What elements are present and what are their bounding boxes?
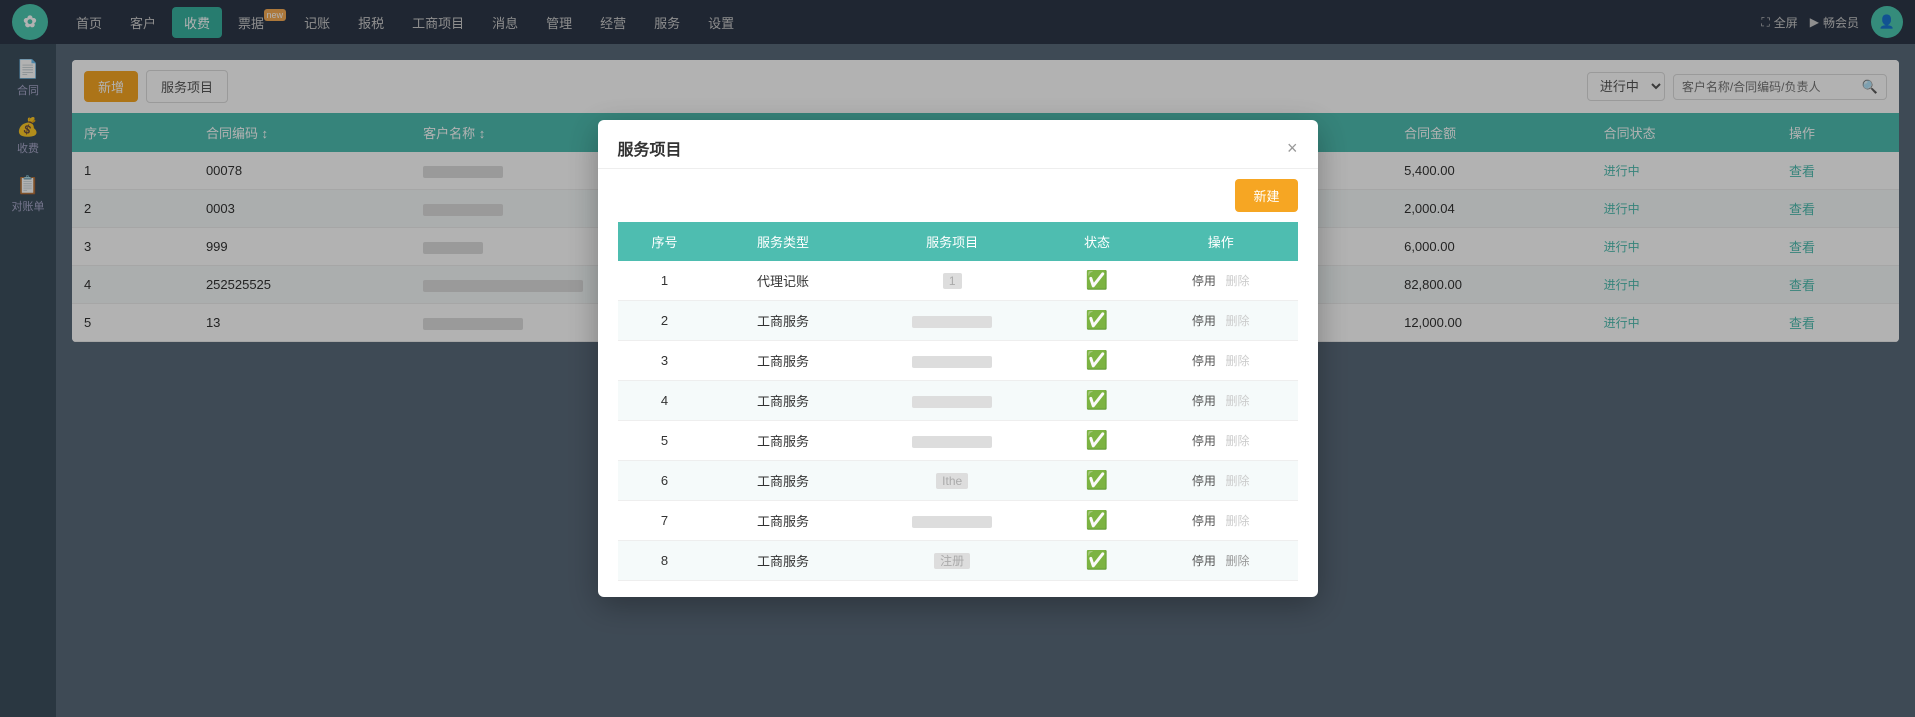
delete-button: 删除: [1226, 352, 1250, 369]
modal-cell-status: ✅: [1050, 421, 1144, 461]
modal-table-row: 4 工商服务 ✅ 停用 删除: [618, 381, 1298, 421]
service-modal: 服务项目 × 新建 序号 服务类型 服务项目 状态 操作 1: [598, 120, 1318, 597]
modal-cell-status: ✅: [1050, 541, 1144, 581]
stop-button[interactable]: 停用: [1192, 472, 1216, 489]
modal-cell-item: [854, 301, 1050, 341]
modal-cell-item: [854, 421, 1050, 461]
stop-button[interactable]: 停用: [1192, 552, 1216, 569]
modal-body: 序号 服务类型 服务项目 状态 操作 1 代理记账 1 ✅ 停用 删除 2 工商…: [598, 222, 1318, 597]
status-check-icon: ✅: [1086, 510, 1108, 530]
modal-col-seq: 序号: [618, 222, 712, 261]
modal-cell-status: ✅: [1050, 461, 1144, 501]
modal-close-button[interactable]: ×: [1287, 138, 1298, 159]
modal-cell-status: ✅: [1050, 381, 1144, 421]
status-check-icon: ✅: [1086, 270, 1108, 290]
modal-table-row: 5 工商服务 ✅ 停用 删除: [618, 421, 1298, 461]
modal-header: 服务项目 ×: [598, 120, 1318, 169]
delete-button[interactable]: 删除: [1226, 552, 1250, 569]
modal-col-type: 服务类型: [712, 222, 855, 261]
modal-cell-action: 停用 删除: [1144, 541, 1298, 581]
service-items-table: 序号 服务类型 服务项目 状态 操作 1 代理记账 1 ✅ 停用 删除 2 工商…: [618, 222, 1298, 581]
modal-cell-item: [854, 341, 1050, 381]
modal-cell-item: Ithe: [854, 461, 1050, 501]
stop-button[interactable]: 停用: [1192, 392, 1216, 409]
modal-cell-action: 停用 删除: [1144, 341, 1298, 381]
stop-button[interactable]: 停用: [1192, 352, 1216, 369]
modal-cell-type: 工商服务: [712, 461, 855, 501]
modal-cell-seq: 4: [618, 381, 712, 421]
modal-title: 服务项目: [618, 136, 682, 160]
modal-cell-item: 注册: [854, 541, 1050, 581]
stop-button[interactable]: 停用: [1192, 272, 1216, 289]
modal-cell-type: 工商服务: [712, 381, 855, 421]
status-check-icon: ✅: [1086, 470, 1108, 490]
modal-table-row: 2 工商服务 ✅ 停用 删除: [618, 301, 1298, 341]
modal-toolbar: 新建: [598, 169, 1318, 222]
stop-button[interactable]: 停用: [1192, 512, 1216, 529]
delete-button: 删除: [1226, 312, 1250, 329]
modal-cell-seq: 1: [618, 261, 712, 301]
modal-cell-item: 1: [854, 261, 1050, 301]
modal-cell-type: 代理记账: [712, 261, 855, 301]
modal-cell-action: 停用 删除: [1144, 381, 1298, 421]
modal-cell-item: [854, 501, 1050, 541]
modal-col-item: 服务项目: [854, 222, 1050, 261]
modal-cell-action: 停用 删除: [1144, 501, 1298, 541]
status-check-icon: ✅: [1086, 550, 1108, 570]
modal-cell-status: ✅: [1050, 341, 1144, 381]
modal-cell-seq: 5: [618, 421, 712, 461]
modal-cell-type: 工商服务: [712, 501, 855, 541]
modal-cell-seq: 6: [618, 461, 712, 501]
delete-button: 删除: [1226, 392, 1250, 409]
modal-cell-action: 停用 删除: [1144, 421, 1298, 461]
status-check-icon: ✅: [1086, 310, 1108, 330]
modal-table-row: 8 工商服务 注册 ✅ 停用 删除: [618, 541, 1298, 581]
modal-new-button[interactable]: 新建: [1235, 179, 1297, 212]
modal-cell-type: 工商服务: [712, 421, 855, 461]
modal-cell-type: 工商服务: [712, 301, 855, 341]
modal-cell-action: 停用 删除: [1144, 301, 1298, 341]
modal-cell-item: [854, 381, 1050, 421]
modal-cell-type: 工商服务: [712, 541, 855, 581]
status-check-icon: ✅: [1086, 390, 1108, 410]
modal-table-row: 6 工商服务 Ithe ✅ 停用 删除: [618, 461, 1298, 501]
delete-button: 删除: [1226, 432, 1250, 449]
delete-button: 删除: [1226, 472, 1250, 489]
stop-button[interactable]: 停用: [1192, 432, 1216, 449]
modal-cell-status: ✅: [1050, 301, 1144, 341]
modal-table-row: 7 工商服务 ✅ 停用 删除: [618, 501, 1298, 541]
modal-cell-seq: 3: [618, 341, 712, 381]
modal-cell-status: ✅: [1050, 501, 1144, 541]
stop-button[interactable]: 停用: [1192, 312, 1216, 329]
modal-cell-type: 工商服务: [712, 341, 855, 381]
modal-table-row: 3 工商服务 ✅ 停用 删除: [618, 341, 1298, 381]
delete-button: 删除: [1226, 272, 1250, 289]
modal-cell-status: ✅: [1050, 261, 1144, 301]
modal-col-action: 操作: [1144, 222, 1298, 261]
modal-cell-seq: 2: [618, 301, 712, 341]
modal-col-status: 状态: [1050, 222, 1144, 261]
modal-cell-seq: 8: [618, 541, 712, 581]
modal-cell-action: 停用 删除: [1144, 461, 1298, 501]
overlay[interactable]: 服务项目 × 新建 序号 服务类型 服务项目 状态 操作 1: [0, 0, 1915, 717]
modal-cell-seq: 7: [618, 501, 712, 541]
delete-button: 删除: [1226, 512, 1250, 529]
status-check-icon: ✅: [1086, 350, 1108, 370]
modal-table-row: 1 代理记账 1 ✅ 停用 删除: [618, 261, 1298, 301]
status-check-icon: ✅: [1086, 430, 1108, 450]
modal-cell-action: 停用 删除: [1144, 261, 1298, 301]
